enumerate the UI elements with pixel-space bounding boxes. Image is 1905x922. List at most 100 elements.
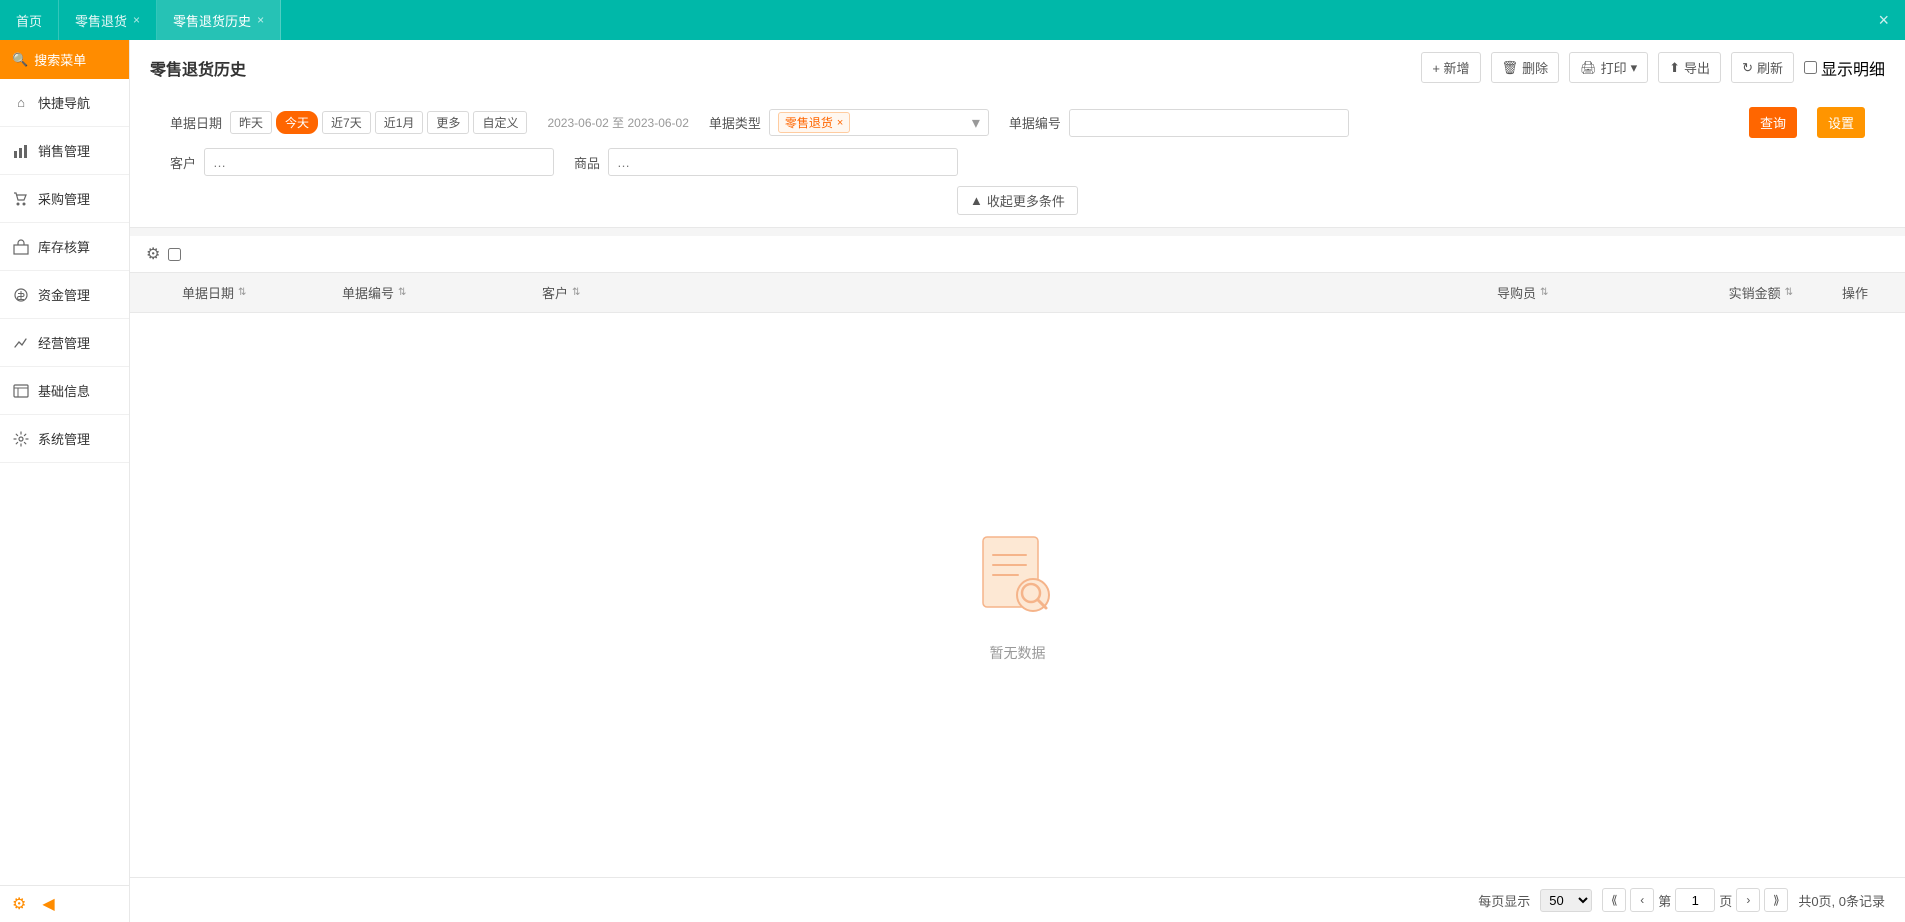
search-menu-button[interactable]: 🔍 搜索菜单 [0, 40, 129, 79]
page-number-input[interactable] [1675, 888, 1715, 912]
date-options: 昨天 今天 近7天 近1月 更多 自定义 [230, 111, 527, 134]
filter-area: 单据日期 昨天 今天 近7天 近1月 更多 自定义 2023-06-02 至 2… [150, 95, 1885, 227]
main-layout: 🔍 搜索菜单 ⌂ 快捷导航 销售管理 采购管理 [0, 40, 1905, 922]
sidebar-item-sales[interactable]: 销售管理 [0, 127, 129, 175]
sales-icon [12, 142, 30, 160]
finance-icon [12, 286, 30, 304]
purchase-icon [12, 190, 30, 208]
pagination: 每页显示 10 20 50 100 ⟪ ‹ 第 页 › ⟫ 共0页, 0条记录 [130, 877, 1905, 922]
type-filter-label: 单据类型 [709, 113, 761, 132]
tab-home[interactable]: 首页 [0, 0, 59, 40]
sort-customer-icon: ⇅ [572, 287, 580, 298]
table-toolbar: ⚙ [130, 236, 1905, 273]
empty-illustration [968, 527, 1068, 627]
customer-filter-label: 客户 [170, 153, 196, 172]
refresh-icon: ↻ [1742, 60, 1753, 76]
type-filter-group: 单据类型 零售退货 × ▾ [709, 109, 989, 136]
th-num[interactable]: 单据编号 ⇅ [330, 273, 530, 312]
next-page-button[interactable]: › [1736, 888, 1760, 912]
export-button[interactable]: ⬆ 导出 [1658, 52, 1721, 83]
sidebar-item-system[interactable]: 系统管理 [0, 415, 129, 463]
print-button[interactable]: 🖨 打印 ▾ [1569, 52, 1648, 83]
date-btn-7days[interactable]: 近7天 [322, 111, 371, 134]
empty-state: 暂无数据 [130, 313, 1905, 877]
sidebar-item-finance[interactable]: 资金管理 [0, 271, 129, 319]
sidebar-item-basic[interactable]: 基础信息 [0, 367, 129, 415]
page-label: 页 [1719, 891, 1732, 910]
tab-retail-return[interactable]: 零售退货 × [59, 0, 157, 40]
print-dropdown-icon: ▾ [1631, 60, 1638, 76]
sidebar-item-sales-label: 销售管理 [38, 141, 90, 160]
delete-icon: 🗑 [1502, 60, 1519, 76]
collapse-sidebar-icon[interactable]: ◀ [42, 894, 54, 914]
prev-page-button[interactable]: ‹ [1630, 888, 1654, 912]
sidebar-item-inventory[interactable]: 库存核算 [0, 223, 129, 271]
system-icon [12, 430, 30, 448]
top-bar: 首页 零售退货 × 零售退货历史 × × [0, 0, 1905, 40]
type-tag: 零售退货 × [778, 112, 850, 133]
sidebar-item-quick-nav[interactable]: ⌂ 快捷导航 [0, 79, 129, 127]
settings-button[interactable]: 设置 [1817, 107, 1865, 138]
filter-row-1: 单据日期 昨天 今天 近7天 近1月 更多 自定义 2023-06-02 至 2… [170, 107, 1865, 138]
tab-retail-return-history[interactable]: 零售退货历史 × [157, 0, 281, 40]
sidebar: 🔍 搜索菜单 ⌂ 快捷导航 销售管理 采购管理 [0, 40, 130, 922]
num-filter-group: 单据编号 [1009, 109, 1349, 137]
date-btn-more[interactable]: 更多 [427, 111, 469, 134]
th-date[interactable]: 单据日期 ⇅ [170, 273, 330, 312]
query-button[interactable]: 查询 [1749, 107, 1797, 138]
date-btn-custom[interactable]: 自定义 [473, 111, 527, 134]
sidebar-item-purchase[interactable]: 采购管理 [0, 175, 129, 223]
page-actions: + 新增 🗑 删除 🖨 打印 ▾ ⬆ 导出 ↻ [1421, 52, 1885, 83]
tab-close-retail-return-history[interactable]: × [257, 13, 264, 27]
customer-filter-input[interactable] [204, 148, 554, 176]
window-close-button[interactable]: × [1862, 10, 1905, 31]
date-range-display: 2023-06-02 至 2023-06-02 [547, 114, 688, 131]
refresh-button[interactable]: ↻ 刷新 [1731, 52, 1794, 83]
th-ops: 操作 [1805, 273, 1905, 312]
sidebar-bottom: ⚙ ◀ [0, 885, 129, 922]
first-page-button[interactable]: ⟪ [1602, 888, 1626, 912]
page-header: 零售退货历史 + 新增 🗑 删除 🖨 打印 ▾ ⬆ 导出 [130, 40, 1905, 228]
filter-row-2: 客户 商品 [170, 148, 1865, 176]
date-filter-group: 单据日期 昨天 今天 近7天 近1月 更多 自定义 [170, 111, 527, 134]
show-detail-label[interactable]: 显示明细 [1804, 56, 1885, 80]
th-amount[interactable]: 实销金额 ⇅ [1645, 273, 1805, 312]
print-icon: 🖨 [1580, 60, 1597, 76]
sort-date-icon: ⇅ [238, 287, 246, 298]
date-btn-today[interactable]: 今天 [276, 111, 318, 134]
page-title: 零售退货历史 [150, 56, 246, 80]
empty-text: 暂无数据 [990, 643, 1046, 663]
basic-icon [12, 382, 30, 400]
delete-button[interactable]: 🗑 删除 [1491, 52, 1560, 83]
type-select[interactable]: 零售退货 × ▾ [769, 109, 989, 136]
sidebar-item-purchase-label: 采购管理 [38, 189, 90, 208]
date-btn-yesterday[interactable]: 昨天 [230, 111, 272, 134]
collapse-section: ▲ 收起更多条件 [170, 186, 1865, 215]
settings-bottom-icon[interactable]: ⚙ [12, 894, 26, 914]
search-menu-label: 搜索菜单 [34, 50, 86, 69]
table-settings-icon[interactable]: ⚙ [146, 244, 160, 264]
type-tag-close[interactable]: × [837, 117, 843, 129]
home-icon: ⌂ [12, 94, 30, 112]
date-btn-1month[interactable]: 近1月 [375, 111, 424, 134]
sidebar-item-operation-label: 经营管理 [38, 333, 90, 352]
num-filter-input[interactable] [1069, 109, 1349, 137]
goods-filter-input[interactable] [608, 148, 958, 176]
sidebar-item-system-label: 系统管理 [38, 429, 90, 448]
customer-filter-group: 客户 [170, 148, 554, 176]
sidebar-item-finance-label: 资金管理 [38, 285, 90, 304]
select-all-checkbox[interactable] [168, 248, 181, 261]
th-customer[interactable]: 客户 ⇅ [530, 273, 1485, 312]
search-icon: 🔍 [12, 52, 28, 68]
last-page-button[interactable]: ⟫ [1764, 888, 1788, 912]
th-guide[interactable]: 导购员 ⇅ [1485, 273, 1645, 312]
new-button[interactable]: + 新增 [1421, 52, 1480, 83]
tab-list: 首页 零售退货 × 零售退货历史 × [0, 0, 1862, 40]
per-page-select[interactable]: 10 20 50 100 [1540, 889, 1592, 912]
content-area: 零售退货历史 + 新增 🗑 删除 🖨 打印 ▾ ⬆ 导出 [130, 40, 1905, 922]
sidebar-item-operation[interactable]: 经营管理 [0, 319, 129, 367]
tab-close-retail-return[interactable]: × [133, 13, 140, 27]
show-detail-checkbox[interactable] [1804, 61, 1817, 74]
table-area: ⚙ 单据日期 ⇅ 单据编号 ⇅ 客户 ⇅ 导购员 [130, 236, 1905, 877]
collapse-button[interactable]: ▲ 收起更多条件 [957, 186, 1078, 215]
